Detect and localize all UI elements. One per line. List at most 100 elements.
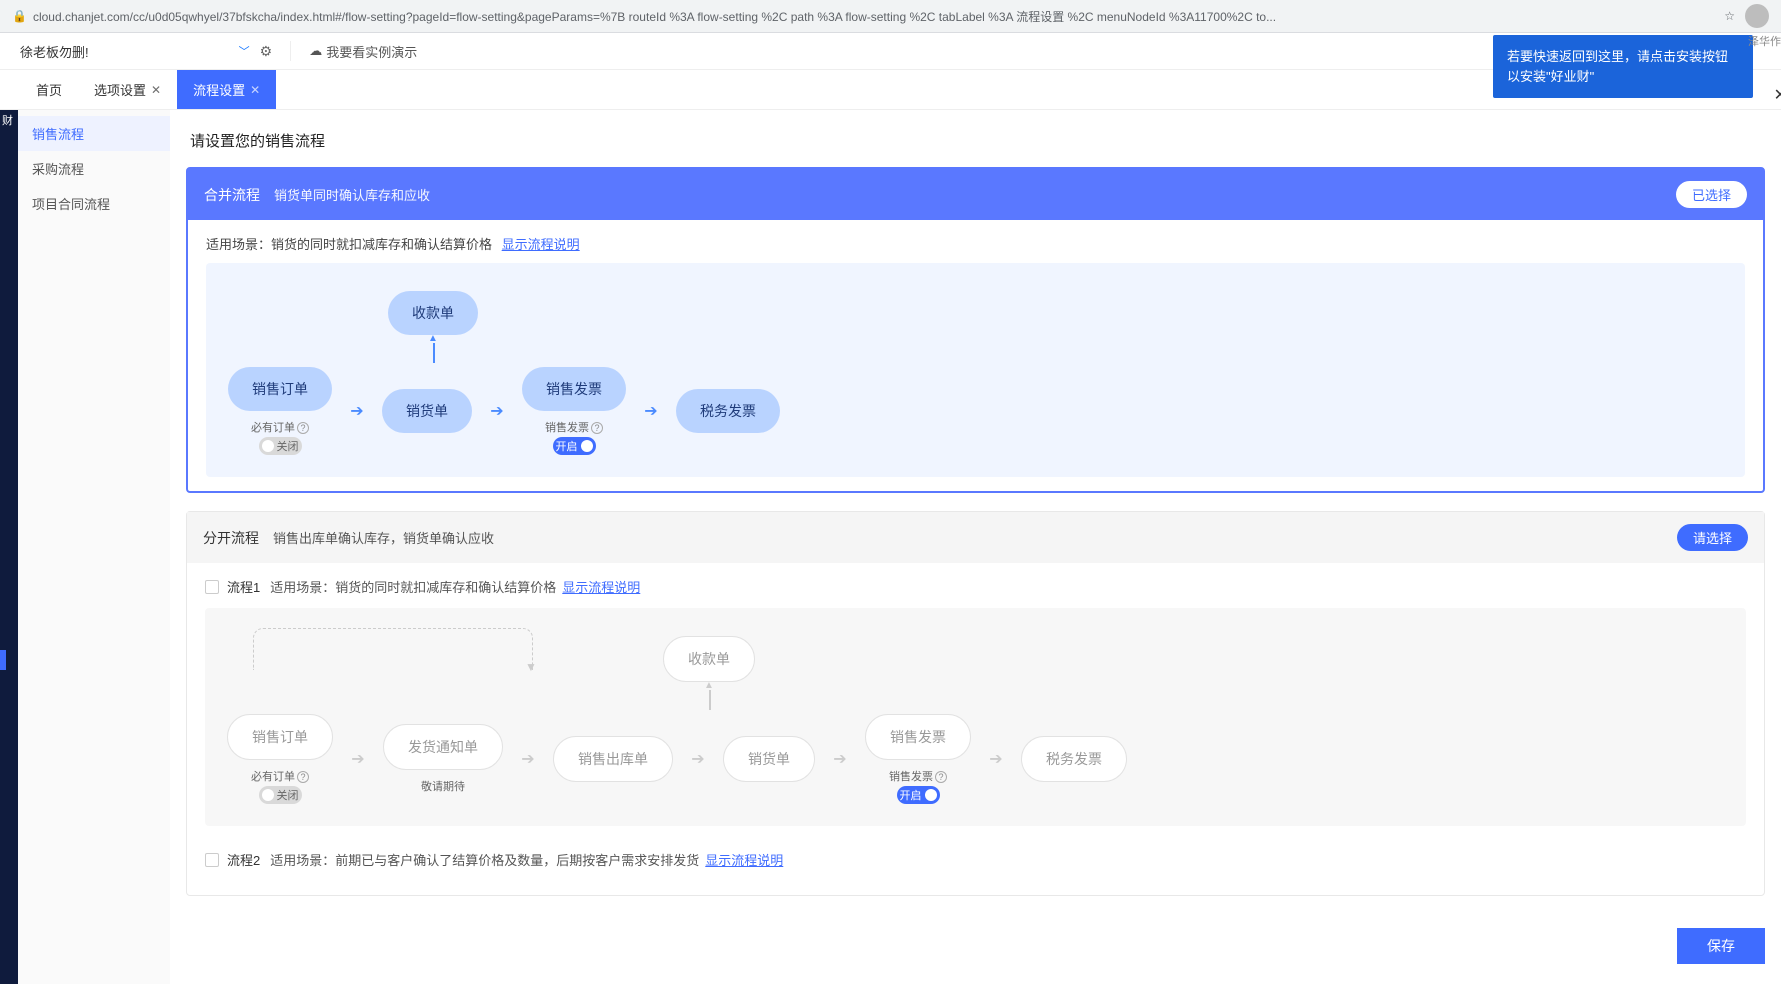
node-label: 销售出库单 bbox=[578, 751, 648, 767]
close-icon[interactable]: ✕ bbox=[1774, 85, 1781, 105]
help-icon[interactable]: ? bbox=[591, 422, 603, 434]
page-title: 请设置您的销售流程 bbox=[186, 122, 1765, 167]
node-delivery: 销货单 bbox=[723, 736, 815, 782]
node-label: 收款单 bbox=[688, 651, 730, 667]
company-name: 徐老板勿删! bbox=[20, 42, 89, 61]
node-label: 税务发票 bbox=[700, 403, 756, 419]
sidebar-item-purchase[interactable]: 采购流程 bbox=[18, 151, 170, 186]
arrow-right-icon: ➔ bbox=[971, 749, 1021, 769]
arrow-right-icon: ➔ bbox=[472, 401, 522, 421]
node-label: 销售发票 bbox=[546, 381, 602, 397]
save-button[interactable]: 保存 bbox=[1677, 928, 1765, 964]
url-text: cloud.chanjet.com/cc/u0d05qwhyel/37bfskc… bbox=[33, 8, 1716, 25]
proc2-checkbox[interactable] bbox=[205, 853, 219, 867]
proc1-checkbox[interactable] bbox=[205, 580, 219, 594]
node-label: 收款单 bbox=[412, 305, 454, 321]
node-sales-order: 销售订单 bbox=[228, 367, 332, 411]
sidebar-item-contract[interactable]: 项目合同流程 bbox=[18, 186, 170, 221]
brand-notch bbox=[0, 650, 6, 670]
arrow-right-icon: ➔ bbox=[626, 401, 676, 421]
arrow-up-icon bbox=[433, 335, 435, 363]
node-sales-order: 销售订单 bbox=[227, 714, 333, 760]
scene-text: 销货的同时就扣减库存和确认结算价格 bbox=[271, 237, 492, 252]
scene-prefix: 适用场景： bbox=[206, 237, 271, 252]
close-icon[interactable]: ✕ bbox=[151, 83, 161, 97]
help-icon[interactable]: ? bbox=[297, 422, 309, 434]
tab-options[interactable]: 选项设置 ✕ bbox=[78, 70, 177, 109]
proc1-line: 流程1 适用场景：销货的同时就扣减库存和确认结算价格 显示流程说明 bbox=[205, 577, 1746, 596]
arrow-right-icon: ➔ bbox=[332, 401, 382, 421]
dashed-back-link bbox=[253, 628, 533, 670]
close-icon[interactable]: ✕ bbox=[250, 83, 260, 97]
toggle-order[interactable]: 关闭 bbox=[259, 437, 302, 455]
top-header: 徐老板勿删! ﹀ ⚙ ☁ 我要看实例演示 若要快速返回到这里，请点击安装按钮以安… bbox=[0, 33, 1781, 70]
toggle-invoice[interactable]: 开启 bbox=[897, 786, 940, 804]
meta-wait: 敬请期待 bbox=[421, 778, 465, 794]
company-select[interactable]: 徐老板勿删! ﹀ bbox=[20, 42, 250, 61]
chevron-down-icon: ﹀ bbox=[239, 43, 250, 59]
merge-selected-badge[interactable]: 已选择 bbox=[1676, 181, 1747, 208]
cloud-icon: ☁ bbox=[309, 43, 322, 59]
node-sales-invoice: 销售发票 bbox=[522, 367, 626, 411]
split-flow-header: 分开流程 销售出库单确认库存，销货单确认应收 请选择 bbox=[187, 512, 1764, 563]
node-sales-invoice: 销售发票 bbox=[865, 714, 971, 760]
demo-link[interactable]: ☁ 我要看实例演示 bbox=[309, 42, 417, 61]
meta-order: 必有订单? 关闭 bbox=[251, 768, 309, 804]
brand-char: 财 bbox=[2, 112, 13, 128]
node-label: 销售订单 bbox=[252, 729, 308, 745]
tab-label: 流程设置 bbox=[193, 80, 245, 99]
tab-label: 首页 bbox=[36, 80, 62, 99]
help-icon[interactable]: ? bbox=[935, 771, 947, 783]
show-flow-desc-link[interactable]: 显示流程说明 bbox=[502, 237, 580, 252]
split-select-button[interactable]: 请选择 bbox=[1677, 524, 1748, 551]
split-flow-card: 分开流程 销售出库单确认库存，销货单确认应收 请选择 流程1 适用场景：销货的同… bbox=[186, 511, 1765, 896]
sidebar: 销售流程 采购流程 项目合同流程 bbox=[18, 110, 170, 984]
node-receipt: 收款单 bbox=[663, 636, 755, 682]
node-outbound: 销售出库单 bbox=[553, 736, 673, 782]
show-flow-desc-link[interactable]: 显示流程说明 bbox=[705, 850, 783, 869]
help-icon[interactable]: ? bbox=[297, 771, 309, 783]
node-label: 销货单 bbox=[748, 751, 790, 767]
proc2-name: 流程2 bbox=[227, 850, 260, 869]
sidebar-item-label: 销售流程 bbox=[32, 127, 84, 142]
sidebar-item-sales[interactable]: 销售流程 bbox=[18, 116, 170, 151]
url-bar: 🔒 cloud.chanjet.com/cc/u0d05qwhyel/37bfs… bbox=[0, 0, 1781, 33]
show-flow-desc-link[interactable]: 显示流程说明 bbox=[562, 577, 640, 596]
save-label: 保存 bbox=[1707, 938, 1735, 954]
left-brand-bar: 财 bbox=[0, 110, 18, 984]
merge-flow-card: 合并流程 销货单同时确认库存和应收 已选择 适用场景：销货的同时就扣减库存和确认… bbox=[186, 167, 1765, 493]
profile-avatar[interactable] bbox=[1745, 4, 1769, 28]
lock-icon: 🔒 bbox=[12, 9, 27, 23]
node-tax-invoice: 税务发票 bbox=[676, 389, 780, 433]
demo-link-label: 我要看实例演示 bbox=[326, 42, 417, 61]
node-label: 税务发票 bbox=[1046, 751, 1102, 767]
proc1-scene: 适用场景：销货的同时就扣减库存和确认结算价格 bbox=[270, 577, 556, 596]
install-tooltip: 若要快速返回到这里，请点击安装按钮以安装"好业财" bbox=[1493, 35, 1753, 98]
toggle-order[interactable]: 关闭 bbox=[259, 786, 302, 804]
node-ship-notice: 发货通知单 bbox=[383, 724, 503, 770]
footer-save: 保存 bbox=[1677, 928, 1765, 964]
arrow-right-icon: ➔ bbox=[815, 749, 865, 769]
star-icon[interactable]: ☆ bbox=[1724, 9, 1735, 23]
arrow-up-icon bbox=[709, 682, 711, 710]
proc1-name: 流程1 bbox=[227, 577, 260, 596]
node-receipt: 收款单 bbox=[388, 291, 478, 335]
node-label: 销售发票 bbox=[890, 729, 946, 745]
merge-scene: 适用场景：销货的同时就扣减库存和确认结算价格 显示流程说明 bbox=[206, 234, 1745, 253]
split-title: 分开流程 bbox=[203, 528, 259, 548]
right-edge-text: 泽华作 bbox=[1748, 33, 1781, 49]
tab-flow-setting[interactable]: 流程设置 ✕ bbox=[177, 70, 276, 109]
node-label: 发货通知单 bbox=[408, 739, 478, 755]
proc2-scene: 适用场景：前期已与客户确认了结算价格及数量，后期按客户需求安排发货 bbox=[270, 850, 699, 869]
divider bbox=[290, 41, 291, 61]
tab-home[interactable]: 首页 bbox=[20, 70, 78, 109]
node-tax-invoice: 税务发票 bbox=[1021, 736, 1127, 782]
merge-diagram: 收款单 销售订单 必有订单? 关闭 bbox=[206, 263, 1745, 477]
split-subtitle: 销售出库单确认库存，销货单确认应收 bbox=[273, 528, 494, 547]
tab-label: 选项设置 bbox=[94, 80, 146, 99]
toggle-invoice[interactable]: 开启 bbox=[553, 437, 596, 455]
proc2-line: 流程2 适用场景：前期已与客户确认了结算价格及数量，后期按客户需求安排发货 显示… bbox=[205, 850, 1746, 869]
sidebar-item-label: 采购流程 bbox=[32, 162, 84, 177]
gear-icon[interactable]: ⚙ bbox=[260, 43, 273, 60]
sidebar-item-label: 项目合同流程 bbox=[32, 197, 110, 212]
